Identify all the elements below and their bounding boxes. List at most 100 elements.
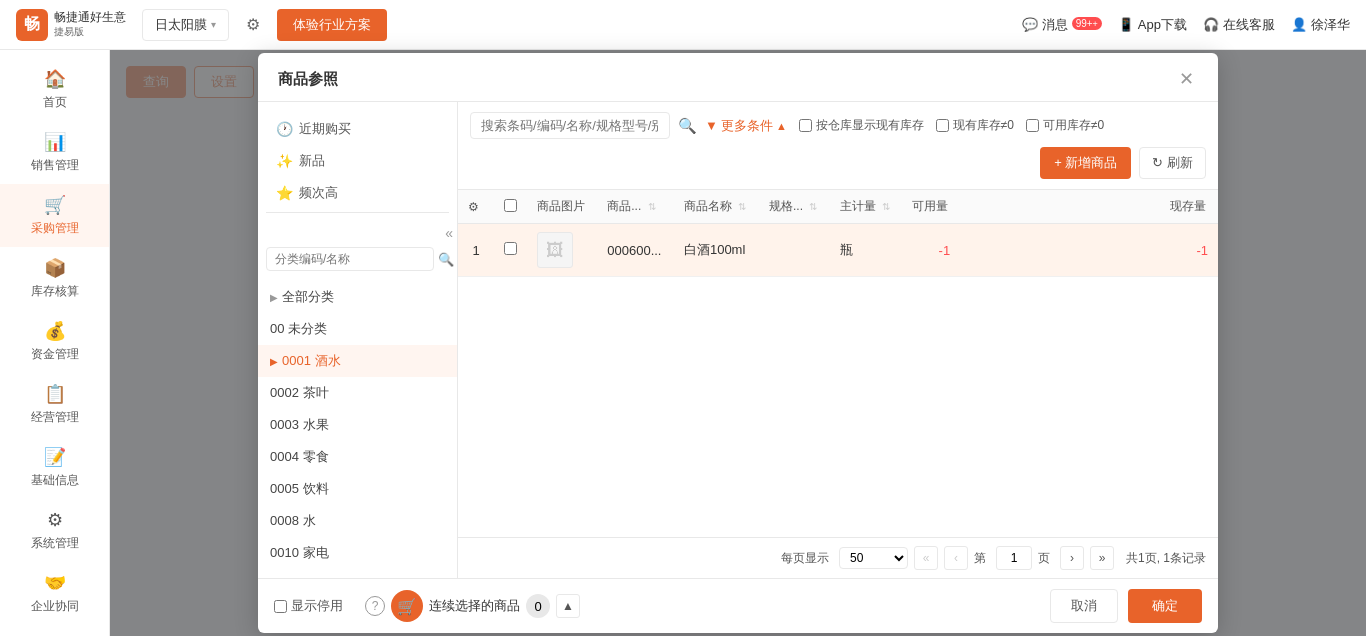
row-checkbox-cell[interactable] [494, 224, 527, 277]
checkbox-warehouse-text: 按仓库显示现有库存 [816, 117, 924, 134]
sidebar-home-label: 首页 [43, 94, 67, 111]
th-spec[interactable]: 规格... ⇅ [759, 190, 830, 224]
modal-close-button[interactable]: ✕ [1174, 67, 1198, 91]
logo-area: 畅 畅捷通好生意 捷易版 [16, 9, 126, 41]
refresh-button[interactable]: ↻ 刷新 [1139, 147, 1206, 179]
row-checkbox[interactable] [504, 242, 517, 255]
cart-label: 连续选择的商品 [429, 597, 520, 615]
prev-page-btn[interactable]: ‹ [944, 546, 968, 570]
th-name[interactable]: 商品名称 ⇅ [674, 190, 759, 224]
product-table-container: ⚙ 商品图片 商品... ⇅ 商品名称 [458, 190, 1218, 537]
quick-nav-new[interactable]: ✨ 新品 [266, 146, 449, 176]
category-item-0002[interactable]: 0002 茶叶 [258, 377, 457, 409]
row-spacer [960, 224, 1160, 277]
category-0003-label: 0003 水果 [270, 417, 329, 432]
product-search-icon[interactable]: 🔍 [678, 117, 697, 135]
all-category-arrow-icon: ▶ [270, 292, 278, 303]
product-table: ⚙ 商品图片 商品... ⇅ 商品名称 [458, 190, 1218, 277]
category-search-icon[interactable]: 🔍 [438, 252, 454, 267]
sidebar-item-system[interactable]: ⚙ 系统管理 [0, 499, 109, 562]
th-settings[interactable]: ⚙ [458, 190, 494, 224]
modal-body: 🕐 近期购买 ✨ 新品 ⭐ 频次高 [258, 102, 1218, 578]
panel-collapse-icon[interactable]: « [445, 225, 453, 241]
checkbox-usable[interactable] [1026, 119, 1039, 132]
messages-nav-item[interactable]: 💬 消息 99++ [1022, 16, 1102, 34]
row-available: -1 [902, 224, 960, 277]
sidebar-item-sales[interactable]: 📊 销售管理 [0, 121, 109, 184]
sidebar-item-inventory[interactable]: 📦 库存核算 [0, 247, 109, 310]
checkbox-warehouse-label[interactable]: 按仓库显示现有库存 [799, 117, 924, 134]
sidebar-item-home[interactable]: 🏠 首页 [0, 58, 109, 121]
sidebar-sales-label: 销售管理 [31, 157, 79, 174]
checkbox-usable-label[interactable]: 可用库存≠0 [1026, 117, 1104, 134]
category-item-0010[interactable]: 0010 家电 [258, 537, 457, 569]
filter-more-btn[interactable]: ▼ 更多条件 ▲ [705, 117, 787, 135]
category-item-0001[interactable]: ▶ 0001 酒水 [258, 345, 457, 377]
category-all[interactable]: ▶ 全部分类 [258, 281, 457, 313]
quick-nav-recent[interactable]: 🕐 近期购买 [266, 114, 449, 144]
sidebar-item-purchase[interactable]: 🛒 采购管理 [0, 184, 109, 247]
all-category-label: 全部分类 [282, 288, 334, 306]
th-code[interactable]: 商品... ⇅ [597, 190, 674, 224]
first-page-btn[interactable]: « [914, 546, 938, 570]
th-available: 可用量 [902, 190, 960, 224]
cancel-button[interactable]: 取消 [1050, 589, 1118, 623]
logo-text-group: 畅捷通好生意 捷易版 [54, 10, 126, 40]
row-image-cell: 🖼 [527, 224, 597, 277]
category-item-0008[interactable]: 0008 水 [258, 505, 457, 537]
category-search-input[interactable] [266, 247, 434, 271]
sidebar-item-cooperation[interactable]: 🤝 企业协同 [0, 562, 109, 625]
th-spacer [960, 190, 1160, 224]
user-item[interactable]: 👤 徐泽华 [1291, 16, 1350, 34]
experience-btn[interactable]: 体验行业方案 [277, 9, 387, 41]
filter-actions: + 新增商品 ↻ 刷新 [1040, 147, 1206, 179]
show-disabled-checkbox[interactable] [274, 600, 287, 613]
product-thumbnail: 🖼 [537, 232, 573, 268]
checkbox-warehouse[interactable] [799, 119, 812, 132]
sidebar-item-finance[interactable]: 💰 资金管理 [0, 310, 109, 373]
product-reference-modal: 商品参照 ✕ 🕐 近期购买 [258, 53, 1218, 633]
th-image: 商品图片 [527, 190, 597, 224]
inventory-icon: 📦 [44, 257, 66, 279]
nav-dropdown[interactable]: 日太阳膜 ▾ [142, 9, 229, 41]
username-label: 徐泽华 [1311, 16, 1350, 34]
app-download-item[interactable]: 📱 App下载 [1118, 16, 1187, 34]
sidebar-item-guide[interactable]: 🎓 新手引导 [0, 625, 109, 636]
row-spec [759, 224, 830, 277]
page-size-select[interactable]: 50 10 20 100 [839, 547, 908, 569]
page-number-input[interactable] [996, 546, 1032, 570]
online-service-item[interactable]: 🎧 在线客服 [1203, 16, 1275, 34]
cart-icon-btn[interactable]: 🛒 [391, 590, 423, 622]
sidebar-item-basic[interactable]: 📝 基础信息 [0, 436, 109, 499]
settings-icon[interactable]: ⚙ [237, 9, 269, 41]
th-unit[interactable]: 主计量 ⇅ [830, 190, 903, 224]
checkbox-available-text: 现有库存≠0 [953, 117, 1014, 134]
checkbox-group: 按仓库显示现有库存 现有库存≠0 可用库存≠0 [799, 117, 1105, 134]
row-unit: 瓶 [830, 224, 903, 277]
category-item-0003[interactable]: 0003 水果 [258, 409, 457, 441]
select-all-checkbox[interactable] [504, 199, 517, 212]
next-page-btn[interactable]: › [1060, 546, 1084, 570]
confirm-button[interactable]: 确定 [1128, 589, 1202, 623]
quick-nav-frequent[interactable]: ⭐ 频次高 [266, 178, 449, 208]
table-row[interactable]: 1 🖼 000600... 白酒100ml [458, 224, 1218, 277]
add-product-button[interactable]: + 新增商品 [1040, 147, 1131, 179]
product-search-input[interactable] [470, 112, 670, 139]
footer-collapse-btn[interactable]: ▲ [556, 594, 580, 618]
new-icon: ✨ [276, 153, 293, 169]
sidebar-item-operations[interactable]: 📋 经营管理 [0, 373, 109, 436]
category-item-0004[interactable]: 0004 零食 [258, 441, 457, 473]
category-item-0005[interactable]: 0005 饮料 [258, 473, 457, 505]
checkbox-available[interactable] [936, 119, 949, 132]
sidebar-purchase-label: 采购管理 [31, 220, 79, 237]
page-prefix-label: 第 [974, 550, 986, 567]
help-icon[interactable]: ? [365, 596, 385, 616]
basic-icon: 📝 [44, 446, 66, 468]
left-divider [266, 212, 449, 213]
code-sort-icon: ⇅ [648, 201, 656, 212]
category-item-00[interactable]: 00 未分类 [258, 313, 457, 345]
last-page-btn[interactable]: » [1090, 546, 1114, 570]
category-0005-label: 0005 饮料 [270, 481, 329, 496]
show-disabled-area: 显示停用 [274, 597, 343, 615]
checkbox-available-label[interactable]: 现有库存≠0 [936, 117, 1014, 134]
